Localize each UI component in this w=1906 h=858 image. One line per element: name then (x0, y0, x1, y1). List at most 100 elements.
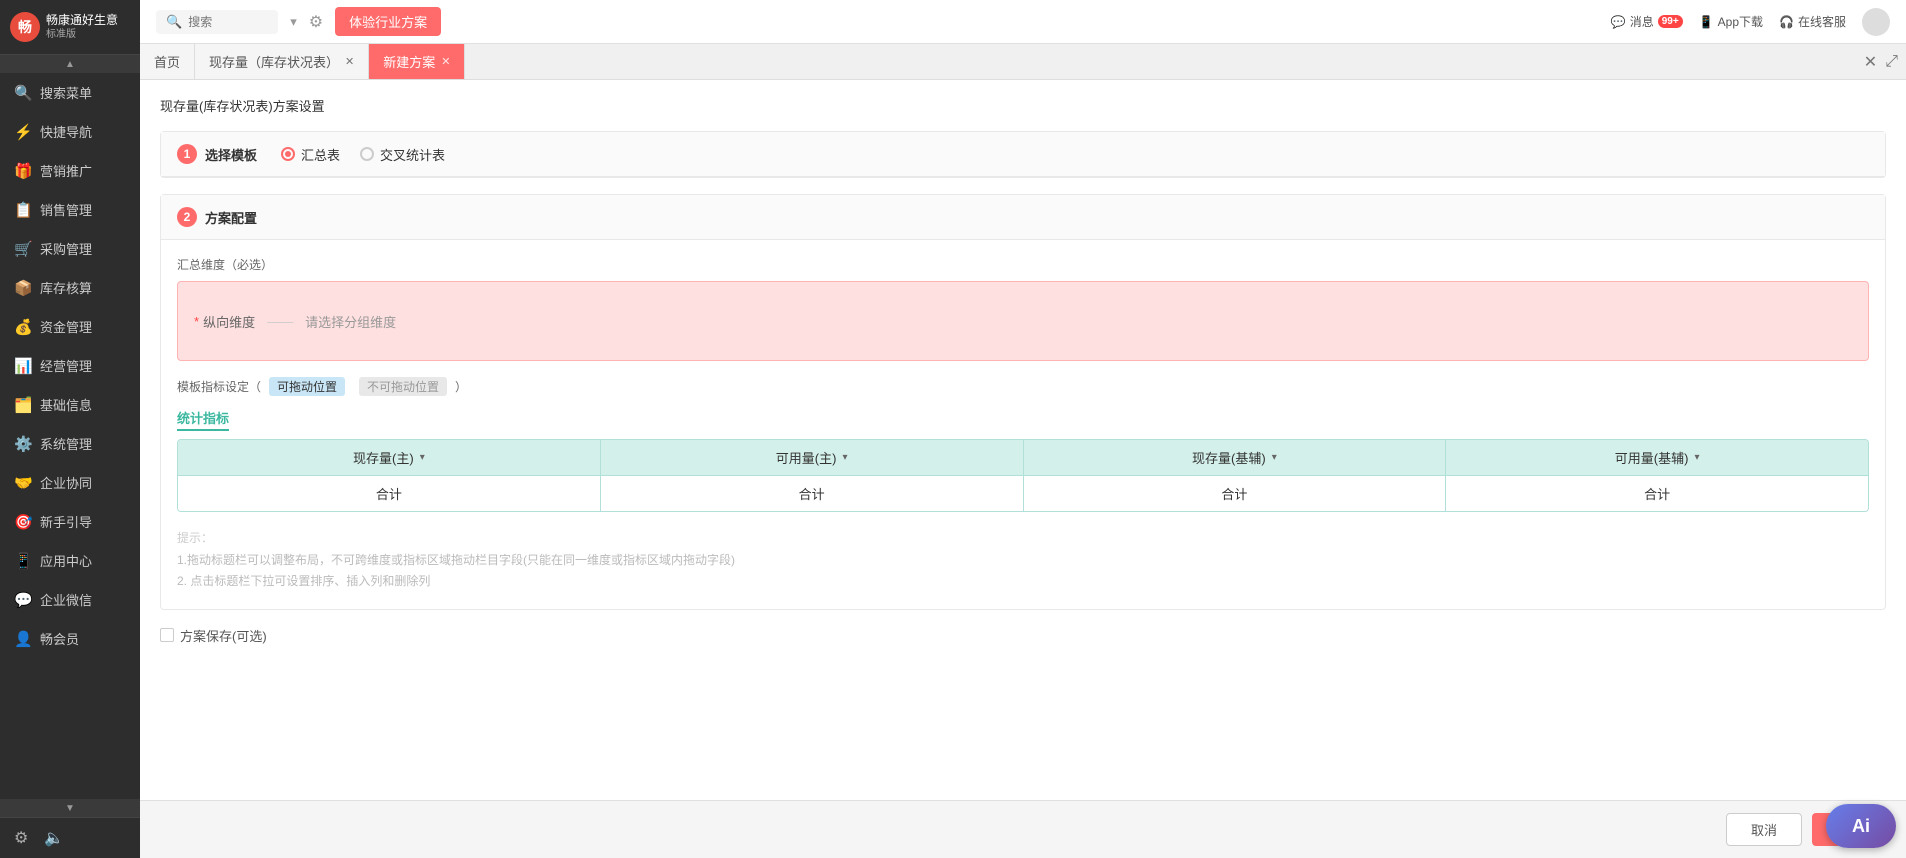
search-box[interactable]: 🔍 (156, 10, 278, 34)
stats-col-3[interactable]: 可用量(基辅) ▾ (1446, 440, 1868, 475)
step1-section: 1 选择模板 汇总表 交叉统计表 (160, 131, 1886, 178)
message-btn[interactable]: 💬 消息 99+ (1611, 13, 1683, 30)
dimension-area[interactable]: * 纵向维度 —— 请选择分组维度 (177, 281, 1869, 361)
inventory-icon: 📦 (14, 279, 32, 297)
sidebar-item-enterprise[interactable]: 🤝 企业协同 (0, 463, 140, 502)
phone-icon: 📱 (1699, 15, 1714, 29)
finance-icon: 💰 (14, 318, 32, 336)
search-input[interactable] (188, 15, 268, 29)
topbar-dropdown-icon[interactable]: ▾ (290, 14, 297, 30)
hints-section: 提示： 1.拖动标题栏可以调整布局，不可跨维度或指标区域拖动栏目字段(只能在同一… (177, 528, 1869, 593)
quick-nav-icon: ⚡ (14, 123, 32, 141)
logo-icon: 畅 (10, 12, 40, 42)
tab-new-plan-close-icon[interactable]: ✕ (441, 55, 450, 68)
enterprise-icon: 🤝 (14, 474, 32, 492)
radio-cross[interactable]: 交叉统计表 (360, 145, 445, 164)
stats-table: 现存量(主) ▾ 可用量(主) ▾ 现存量(基辅) ▾ (177, 439, 1869, 512)
sidebar-item-sales[interactable]: 📋 销售管理 (0, 190, 140, 229)
user-avatar[interactable] (1862, 8, 1890, 36)
dimension-placeholder: 请选择分组维度 (305, 312, 396, 331)
stats-table-header: 现存量(主) ▾ 可用量(主) ▾ 现存量(基辅) ▾ (178, 440, 1868, 475)
sidebar-item-inventory[interactable]: 📦 库存核算 (0, 268, 140, 307)
stats-col-1[interactable]: 可用量(主) ▾ (601, 440, 1024, 475)
sidebar: 畅 畅康通好生意 标准版 ▲ 🔍 搜索菜单 ⚡ 快捷导航 🎁 营销推广 📋 销售… (0, 0, 140, 858)
search-icon: 🔍 (166, 14, 182, 30)
tab-actions: ✕ ⤢ (1856, 44, 1906, 79)
sidebar-item-purchase[interactable]: 🛒 采购管理 (0, 229, 140, 268)
indicator-draggable-tag: 可拖动位置 (269, 377, 345, 396)
stats-title: 统计指标 (177, 408, 229, 431)
template-radio-group: 汇总表 交叉统计表 (281, 145, 445, 164)
cancel-button[interactable]: 取消 (1726, 813, 1802, 846)
sidebar-item-system[interactable]: ⚙️ 系统管理 (0, 424, 140, 463)
sidebar-item-basic-info[interactable]: 🗂️ 基础信息 (0, 385, 140, 424)
step2-title: 方案配置 (205, 208, 257, 227)
search-menu-icon: 🔍 (14, 84, 32, 102)
sidebar-item-app-center[interactable]: 📱 应用中心 (0, 541, 140, 580)
sidebar-scroll-down[interactable]: ▼ (0, 799, 140, 817)
save-option[interactable]: 方案保存(可选) (160, 626, 1886, 645)
tab-home[interactable]: 首页 (140, 44, 195, 79)
message-icon: 💬 (1611, 15, 1626, 29)
stats-col-0-dropdown-icon[interactable]: ▾ (420, 452, 425, 463)
topbar-gear-icon[interactable]: ⚙ (309, 12, 323, 32)
radio-summary-circle (281, 147, 295, 161)
stats-col-3-dropdown-icon[interactable]: ▾ (1694, 452, 1699, 463)
stats-cell-0-2: 合计 (1024, 476, 1447, 511)
hint-item-0: 1.拖动标题栏可以调整布局，不可跨维度或指标区域拖动栏目字段(只能在同一维度或指… (177, 550, 1869, 572)
system-icon: ⚙️ (14, 435, 32, 453)
settings-icon[interactable]: ⚙ (14, 828, 28, 848)
step2-body: 汇总维度（必选） * 纵向维度 —— 请选择分组维度 模板指标设定（ 可拖动位置… (161, 240, 1885, 609)
tab-expand-action-icon[interactable]: ⤢ (1885, 53, 1898, 71)
step2-badge: 2 (177, 207, 197, 227)
step2-header: 2 方案配置 (161, 195, 1885, 240)
sidebar-footer: ⚙ 🔈 (0, 817, 140, 858)
sidebar-item-wechat[interactable]: 💬 企业微信 (0, 580, 140, 619)
wechat-icon: 💬 (14, 591, 32, 609)
sidebar-scroll-up[interactable]: ▲ (0, 55, 140, 73)
save-checkbox[interactable] (160, 628, 174, 642)
step1-header: 1 选择模板 汇总表 交叉统计表 (161, 132, 1885, 177)
stats-col-2-dropdown-icon[interactable]: ▾ (1272, 452, 1277, 463)
stats-col-1-dropdown-icon[interactable]: ▾ (842, 452, 847, 463)
trial-btn[interactable]: 体验行业方案 (335, 7, 441, 36)
online-service-btn[interactable]: 🎧 在线客服 (1779, 13, 1846, 30)
logo-text: 畅康通好生意 标准版 (46, 13, 118, 42)
tab-inventory-close-icon[interactable]: ✕ (345, 55, 354, 68)
sidebar-item-finance[interactable]: 💰 资金管理 (0, 307, 140, 346)
sidebar-nav: 🔍 搜索菜单 ⚡ 快捷导航 🎁 营销推广 📋 销售管理 🛒 采购管理 📦 库存核… (0, 73, 140, 799)
main-area: 🔍 ▾ ⚙ 体验行业方案 💬 消息 99+ 📱 App下载 🎧 在线客服 (140, 0, 1906, 858)
speaker-icon[interactable]: 🔈 (44, 828, 64, 848)
app-download-btn[interactable]: 📱 App下载 (1699, 13, 1763, 30)
hints-title: 提示： (177, 531, 213, 545)
tab-close-action-icon[interactable]: ✕ (1864, 52, 1877, 72)
operations-icon: 📊 (14, 357, 32, 375)
tab-new-plan[interactable]: 新建方案 ✕ (369, 44, 465, 79)
sidebar-item-operations[interactable]: 📊 经营管理 (0, 346, 140, 385)
headset-icon: 🎧 (1779, 15, 1794, 29)
step1-title: 选择模板 (205, 145, 257, 164)
dimension-subsection: 汇总维度（必选） * 纵向维度 —— 请选择分组维度 (177, 256, 1869, 361)
tab-inventory-status[interactable]: 现存量（库存状况表） ✕ (195, 44, 369, 79)
stats-table-row-0: 合计 合计 合计 合计 (178, 475, 1868, 511)
topbar: 🔍 ▾ ⚙ 体验行业方案 💬 消息 99+ 📱 App下载 🎧 在线客服 (140, 0, 1906, 44)
page-title: 现存量(库存状况表)方案设置 (160, 96, 1886, 115)
newbie-icon: 🎯 (14, 513, 32, 531)
bottombar: 取消 查询 (140, 800, 1906, 858)
basic-info-icon: 🗂️ (14, 396, 32, 414)
sidebar-item-quick-nav[interactable]: ⚡ 快捷导航 (0, 112, 140, 151)
member-icon: 👤 (14, 630, 32, 648)
radio-summary[interactable]: 汇总表 (281, 145, 340, 164)
sidebar-item-marketing[interactable]: 🎁 营销推广 (0, 151, 140, 190)
stats-col-2[interactable]: 现存量(基辅) ▾ (1024, 440, 1447, 475)
stats-col-0[interactable]: 现存量(主) ▾ (178, 440, 601, 475)
step1-badge: 1 (177, 144, 197, 164)
dimension-separator: —— (267, 314, 293, 329)
sidebar-item-member[interactable]: 👤 畅会员 (0, 619, 140, 658)
sidebar-item-newbie[interactable]: 🎯 新手引导 (0, 502, 140, 541)
app-center-icon: 📱 (14, 552, 32, 570)
logo-area: 畅 畅康通好生意 标准版 (0, 0, 140, 55)
sidebar-item-search-menu[interactable]: 🔍 搜索菜单 (0, 73, 140, 112)
ai-bubble[interactable]: Ai (1826, 804, 1896, 848)
stats-subsection: 统计指标 现存量(主) ▾ 可用量(主) ▾ (177, 408, 1869, 512)
